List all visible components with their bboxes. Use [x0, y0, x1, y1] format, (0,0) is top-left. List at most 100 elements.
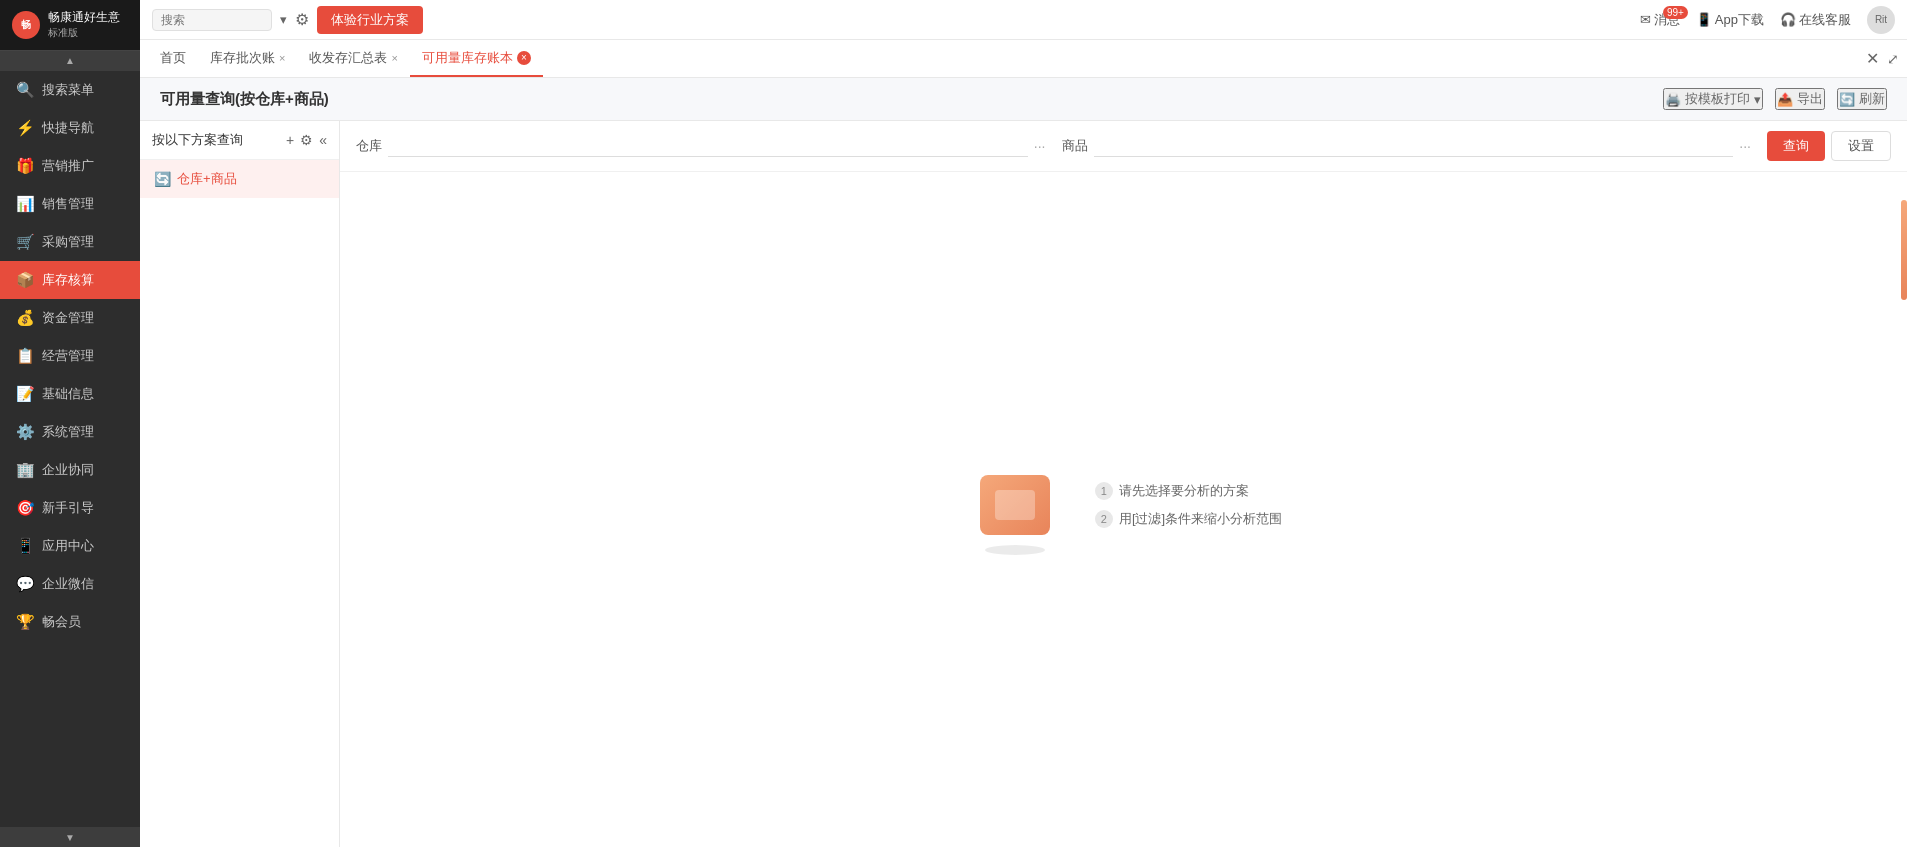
- page-header: 可用量查询(按仓库+商品) 🖨️ 按模板打印 ▾ 📤 导出 🔄 刷新: [140, 78, 1907, 121]
- office-icon: 🏢: [16, 461, 34, 479]
- message-icon: ✉: [1640, 12, 1651, 27]
- scroll-edge[interactable]: [1901, 200, 1907, 300]
- empty-box: [980, 475, 1050, 535]
- message-badge: 99+: [1663, 6, 1688, 19]
- tab-summary-close[interactable]: ×: [391, 52, 397, 64]
- scheme-item-warehouse-goods[interactable]: 🔄 仓库+商品: [140, 160, 339, 198]
- settings-icon[interactable]: ⚙: [295, 10, 309, 29]
- filter-bar: 仓库 ··· 商品 ··· 查询 设置: [340, 121, 1907, 172]
- sidebar-item-inventory[interactable]: 📦 库存核算: [0, 261, 140, 299]
- filter-settings-btn[interactable]: 设置: [1831, 131, 1891, 161]
- sidebar-scroll-down[interactable]: ▼: [0, 827, 140, 847]
- sidebar-app-subtitle: 标准版: [48, 26, 120, 40]
- tab-available[interactable]: 可用量库存账本 ×: [410, 41, 543, 77]
- app-label: App下载: [1715, 11, 1764, 29]
- sidebar-item-appstore[interactable]: 📱 应用中心: [0, 527, 140, 565]
- note-icon: 📝: [16, 385, 34, 403]
- query-btn[interactable]: 查询: [1767, 131, 1825, 161]
- empty-box-face: [995, 490, 1035, 520]
- sidebar-item-wechat[interactable]: 💬 企业微信: [0, 565, 140, 603]
- export-label: 导出: [1797, 90, 1823, 108]
- goods-more-btn[interactable]: ···: [1739, 138, 1751, 154]
- tab-batch-label: 库存批次账: [210, 49, 275, 67]
- sidebar-item-marketing[interactable]: 🎁 营销推广: [0, 147, 140, 185]
- tab-available-close[interactable]: ×: [517, 51, 531, 65]
- avatar[interactable]: Rit: [1867, 6, 1895, 34]
- sidebar-item-label: 搜索菜单: [42, 81, 94, 99]
- add-scheme-btn[interactable]: +: [286, 132, 294, 148]
- print-label: 按模板打印: [1685, 90, 1750, 108]
- sidebar-scroll-up[interactable]: ▲: [0, 51, 140, 71]
- search-icon: 🔍: [16, 81, 34, 99]
- clipboard-icon: 📋: [16, 347, 34, 365]
- tab-home[interactable]: 首页: [148, 41, 198, 77]
- tab-batch-close[interactable]: ×: [279, 52, 285, 64]
- warehouse-filter-group: 仓库 ···: [356, 135, 1046, 157]
- left-panel: 按以下方案查询 + ⚙ « 🔄 仓库+商品: [140, 121, 340, 847]
- empty-state: 1 请先选择要分析的方案 2 用[过滤]条件来缩小分析范围: [340, 172, 1907, 847]
- sidebar-nav: 🔍 搜索菜单 ⚡ 快捷导航 🎁 营销推广 📊 销售管理 🛒 采购管理 📦 库存核…: [0, 71, 140, 827]
- refresh-label: 刷新: [1859, 90, 1885, 108]
- sidebar-item-operations[interactable]: 📋 经营管理: [0, 337, 140, 375]
- refresh-btn[interactable]: 🔄 刷新: [1837, 88, 1887, 110]
- sidebar-item-label: 企业微信: [42, 575, 94, 593]
- empty-num-1: 1: [1095, 482, 1113, 500]
- goods-filter-group: 商品 ···: [1062, 135, 1752, 157]
- chat-icon: 💬: [16, 575, 34, 593]
- warehouse-filter-input[interactable]: [388, 135, 1028, 157]
- tab-close-all-icon[interactable]: ✕: [1866, 49, 1879, 68]
- sidebar-item-shortcut[interactable]: ⚡ 快捷导航: [0, 109, 140, 147]
- trophy-icon: 🏆: [16, 613, 34, 631]
- shortcut-icon: ⚡: [16, 119, 34, 137]
- warehouse-goods-icon: 🔄: [154, 171, 171, 187]
- scheme-collapse-btn[interactable]: «: [319, 132, 327, 148]
- tab-available-label: 可用量库存账本: [422, 49, 513, 67]
- sidebar-item-basic[interactable]: 📝 基础信息: [0, 375, 140, 413]
- tab-home-label: 首页: [160, 49, 186, 67]
- scheme-header-actions: + ⚙ «: [286, 132, 327, 148]
- scheme-settings-btn[interactable]: ⚙: [300, 132, 313, 148]
- sidebar-item-guide[interactable]: 🎯 新手引导: [0, 489, 140, 527]
- online-service-btn[interactable]: 🎧 在线客服: [1780, 11, 1851, 29]
- sidebar-item-label: 采购管理: [42, 233, 94, 251]
- sidebar-item-label: 销售管理: [42, 195, 94, 213]
- export-icon: 📤: [1777, 92, 1793, 107]
- refresh-icon: 🔄: [1839, 92, 1855, 107]
- service-label: 在线客服: [1799, 11, 1851, 29]
- sidebar-item-sales[interactable]: 📊 销售管理: [0, 185, 140, 223]
- empty-hint-2: 2 用[过滤]条件来缩小分析范围: [1095, 510, 1282, 528]
- empty-shadow: [985, 545, 1045, 555]
- sidebar-item-label: 营销推广: [42, 157, 94, 175]
- warehouse-more-btn[interactable]: ···: [1034, 138, 1046, 154]
- search-input[interactable]: [152, 9, 272, 31]
- sidebar-item-purchase[interactable]: 🛒 采购管理: [0, 223, 140, 261]
- sidebar-item-system[interactable]: ⚙️ 系统管理: [0, 413, 140, 451]
- export-btn[interactable]: 📤 导出: [1775, 88, 1825, 110]
- tab-summary-label: 收发存汇总表: [309, 49, 387, 67]
- industry-btn[interactable]: 体验行业方案: [317, 6, 423, 34]
- empty-hint-2-text: 用[过滤]条件来缩小分析范围: [1119, 510, 1282, 528]
- print-icon: 🖨️: [1665, 92, 1681, 107]
- goods-filter-input[interactable]: [1094, 135, 1734, 157]
- warehouse-filter-label: 仓库: [356, 137, 382, 155]
- tab-summary[interactable]: 收发存汇总表 ×: [297, 41, 409, 77]
- tab-batch[interactable]: 库存批次账 ×: [198, 41, 297, 77]
- empty-hint-1: 1 请先选择要分析的方案: [1095, 482, 1282, 500]
- topbar-right: ✉ 消息 99+ 📱 App下载 🎧 在线客服 Rit: [1640, 6, 1895, 34]
- sidebar-item-search[interactable]: 🔍 搜索菜单: [0, 71, 140, 109]
- gift-icon: 🎁: [16, 157, 34, 175]
- sidebar-item-finance[interactable]: 💰 资金管理: [0, 299, 140, 337]
- app-download-btn[interactable]: 📱 App下载: [1696, 11, 1764, 29]
- empty-text: 1 请先选择要分析的方案 2 用[过滤]条件来缩小分析范围: [1095, 482, 1282, 538]
- tab-expand-icon[interactable]: ⤢: [1887, 51, 1899, 67]
- print-dropdown-icon[interactable]: ▾: [1754, 92, 1761, 107]
- sidebar-item-enterprise[interactable]: 🏢 企业协同: [0, 451, 140, 489]
- sidebar-item-member[interactable]: 🏆 畅会员: [0, 603, 140, 641]
- dropdown-icon[interactable]: ▾: [280, 12, 287, 27]
- sidebar-item-label: 经营管理: [42, 347, 94, 365]
- headset-icon: 🎧: [1780, 12, 1796, 27]
- sidebar-item-label: 新手引导: [42, 499, 94, 517]
- print-btn[interactable]: 🖨️ 按模板打印 ▾: [1663, 88, 1763, 110]
- phone-icon: 📱: [1696, 12, 1712, 27]
- message-btn[interactable]: ✉ 消息 99+: [1640, 11, 1680, 29]
